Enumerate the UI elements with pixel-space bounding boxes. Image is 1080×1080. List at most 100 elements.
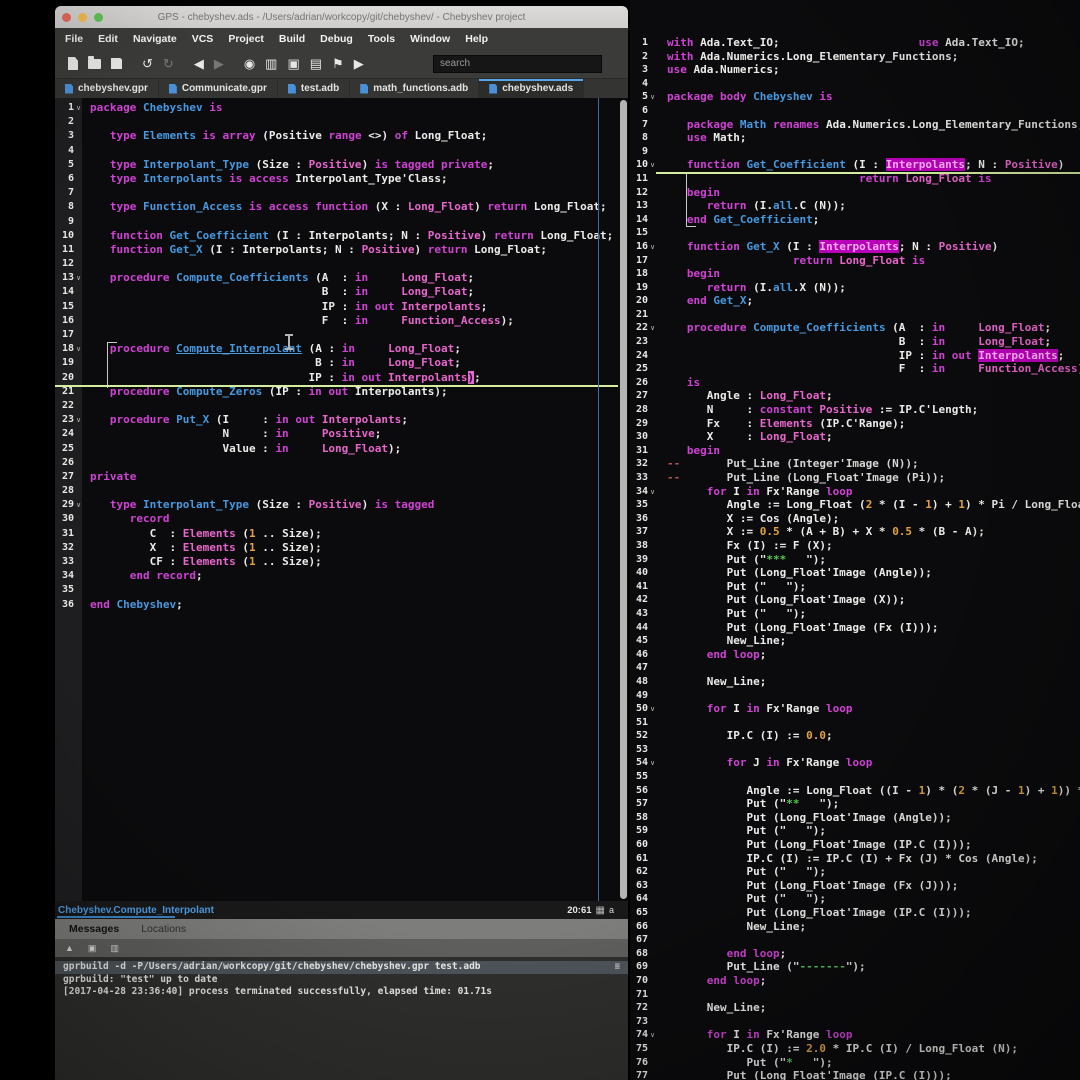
code-line[interactable]: 72 New_Line; bbox=[630, 1001, 1080, 1015]
code-line[interactable]: 74 ∨ for I in Fx'Range loop bbox=[630, 1028, 1080, 1042]
forward-icon[interactable]: ▶ bbox=[214, 57, 224, 70]
panel-tab-locations[interactable]: Locations bbox=[141, 923, 186, 935]
code-line[interactable]: 15 IP : in out Interpolants; bbox=[55, 300, 628, 314]
menu-item-debug[interactable]: Debug bbox=[320, 33, 353, 45]
code-line[interactable]: 19 B : in Long_Float; bbox=[55, 356, 628, 370]
code-line[interactable]: 56 Angle := Long_Float ((I - 1) * (2 * (… bbox=[630, 784, 1080, 798]
code-line[interactable]: 7 bbox=[55, 186, 628, 200]
code-line[interactable]: 17 return Long_Float is bbox=[630, 254, 1080, 268]
code-line[interactable]: 13 return (I.all.C (N)); bbox=[630, 199, 1080, 213]
code-line[interactable]: 51 bbox=[630, 716, 1080, 730]
code-line[interactable]: 53 bbox=[630, 743, 1080, 757]
file-tab-chebyshev.gpr[interactable]: chebyshev.gpr bbox=[55, 79, 159, 98]
code-line[interactable]: 69 Put_Line ("-------"); bbox=[630, 960, 1080, 974]
code-line[interactable]: 34 ∨ for I in Fx'Range loop bbox=[630, 485, 1080, 499]
code-line[interactable]: 39 Put ("*** "); bbox=[630, 553, 1080, 567]
messages-console[interactable]: gprbuild -d -P/Users/adrian/workcopy/git… bbox=[55, 957, 628, 1080]
code-line[interactable]: 12 bbox=[55, 257, 628, 271]
code-line[interactable]: 15 bbox=[630, 226, 1080, 240]
code-line[interactable]: 5 ∨ package body Chebyshev is bbox=[630, 90, 1080, 104]
file-tab-math_functions.adb[interactable]: math_functions.adb bbox=[350, 79, 480, 98]
code-line[interactable]: 63 Put (Long_Float'Image (Fx (J))); bbox=[630, 879, 1080, 893]
fold-toggle-icon[interactable]: ∨ bbox=[648, 757, 657, 771]
analyze-icon[interactable]: ⚑ bbox=[332, 57, 344, 70]
code-line[interactable]: 5 type Interpolant_Type (Size : Positive… bbox=[55, 158, 628, 172]
menu-item-vcs[interactable]: VCS bbox=[192, 33, 214, 45]
code-line[interactable]: 3 type Elements is array (Positive range… bbox=[55, 129, 628, 143]
search-input[interactable]: search bbox=[433, 54, 602, 73]
code-line[interactable]: 22 bbox=[55, 399, 628, 413]
undo-icon[interactable]: ↺ bbox=[142, 57, 153, 70]
code-line[interactable]: 67 bbox=[630, 933, 1080, 947]
file-tab-Communicate.gpr[interactable]: Communicate.gpr bbox=[159, 79, 278, 98]
editor-scrollbar[interactable] bbox=[620, 100, 627, 899]
code-line[interactable]: 46 end loop; bbox=[630, 648, 1080, 662]
code-line[interactable]: 22 ∨ procedure Compute_Coefficients (A : … bbox=[630, 321, 1080, 335]
fold-toggle-icon[interactable]: ∨ bbox=[648, 241, 657, 255]
build-target-icon[interactable]: ◉ bbox=[244, 57, 255, 70]
code-line[interactable]: 9 bbox=[55, 215, 628, 229]
new-file-icon[interactable] bbox=[68, 57, 78, 70]
code-line[interactable]: 40 Put (Long_Float'Image (Angle)); bbox=[630, 566, 1080, 580]
code-line[interactable]: 31 C : Elements (1 .. Size); bbox=[55, 527, 628, 541]
code-line[interactable]: 6 type Interpolants is access Interpolan… bbox=[55, 172, 628, 186]
code-line[interactable]: 35 Angle := Long_Float (2 * (I - 1) + 1)… bbox=[630, 498, 1080, 512]
code-line[interactable]: 73 bbox=[630, 1015, 1080, 1029]
fold-toggle-icon[interactable]: ∨ bbox=[74, 102, 83, 116]
code-line[interactable]: 2 bbox=[55, 115, 628, 129]
fold-toggle-icon[interactable]: ∨ bbox=[74, 414, 83, 428]
code-line[interactable]: 9 bbox=[630, 145, 1080, 159]
code-line[interactable]: 75 IP.C (I) := 2.0 * IP.C (I) / Long_Flo… bbox=[630, 1042, 1080, 1056]
code-line[interactable]: 35 bbox=[55, 583, 628, 597]
code-line[interactable]: 32 -- Put_Line (Integer'Image (N)); bbox=[630, 457, 1080, 471]
code-line[interactable]: 24 IP : in out Interpolants; bbox=[630, 348, 1080, 363]
code-line[interactable]: 20 IP : in out Interpolants); bbox=[55, 370, 628, 385]
compile-icon[interactable]: ▣ bbox=[287, 57, 299, 70]
code-line[interactable]: 42 Put (Long_Float'Image (X)); bbox=[630, 593, 1080, 607]
code-line[interactable]: 41 Put (" "); bbox=[630, 580, 1080, 594]
code-line[interactable]: 77 Put (Long_Float'Image (IP.C (I))); bbox=[630, 1069, 1080, 1080]
code-line[interactable]: 50 ∨ for I in Fx'Range loop bbox=[630, 702, 1080, 716]
code-line[interactable]: 70 end loop; bbox=[630, 974, 1080, 988]
open-folder-icon[interactable] bbox=[88, 55, 101, 69]
code-line[interactable]: 14 end Get_Coefficient; bbox=[630, 213, 1080, 227]
code-line[interactable]: 16 F : in Function_Access); bbox=[55, 314, 628, 328]
code-line[interactable]: 26 bbox=[55, 456, 628, 470]
save-log-icon[interactable]: ▣ bbox=[88, 943, 97, 954]
menu-item-help[interactable]: Help bbox=[465, 33, 488, 45]
code-line[interactable]: 27 private bbox=[55, 470, 628, 484]
code-line[interactable]: 55 bbox=[630, 770, 1080, 784]
code-line[interactable]: 27 Angle : Long_Float; bbox=[630, 389, 1080, 403]
code-line[interactable]: 44 Put (Long_Float'Image (Fx (I))); bbox=[630, 621, 1080, 635]
menu-item-tools[interactable]: Tools bbox=[368, 33, 395, 45]
code-line[interactable]: 16 ∨ function Get_X (I : Interpolants; N … bbox=[630, 239, 1080, 255]
clear-log-icon[interactable]: ▥ bbox=[110, 943, 119, 954]
code-line[interactable]: 10 ∨ function Get_Coefficient (I : Interp… bbox=[630, 158, 1080, 172]
fold-toggle-icon[interactable]: ∨ bbox=[648, 486, 657, 500]
code-line[interactable]: 57 Put ("** "); bbox=[630, 797, 1080, 811]
code-line[interactable]: 36 X := Cos (Angle); bbox=[630, 512, 1080, 526]
code-line[interactable]: 26 is bbox=[630, 376, 1080, 390]
line-menu-icon[interactable]: ≡ bbox=[615, 961, 620, 974]
code-line[interactable]: 76 Put ("* "); bbox=[630, 1056, 1080, 1070]
status-context-link[interactable]: Chebyshev.Compute_Interpolant bbox=[55, 905, 214, 916]
code-line[interactable]: 34 end record; bbox=[55, 569, 628, 583]
code-line[interactable]: 4 bbox=[55, 144, 628, 158]
code-line[interactable]: 20 end Get_X; bbox=[630, 294, 1080, 308]
code-line[interactable]: 3 use Ada.Numerics; bbox=[630, 63, 1080, 77]
code-line[interactable]: 38 Fx (I) := F (X); bbox=[630, 539, 1080, 553]
code-line[interactable]: 33 -- Put_Line (Long_Float'Image (Pi)); bbox=[630, 471, 1080, 485]
editor-chebyshev-body[interactable]: 1 with Ada.Text_IO; use Ada.Text_IO; 2 with… bbox=[630, 0, 1080, 1080]
back-icon[interactable]: ◀ bbox=[194, 57, 204, 70]
menu-item-build[interactable]: Build bbox=[279, 33, 305, 45]
code-line[interactable]: 7 package Math renames Ada.Numerics.Long… bbox=[630, 118, 1080, 132]
menu-item-navigate[interactable]: Navigate bbox=[133, 33, 177, 45]
code-line[interactable]: 43 Put (" "); bbox=[630, 607, 1080, 621]
code-line[interactable]: 47 bbox=[630, 661, 1080, 675]
code-line[interactable]: 64 Put (" "); bbox=[630, 892, 1080, 906]
code-line[interactable]: 13 ∨ procedure Compute_Coefficients (A : … bbox=[55, 271, 628, 285]
console-line[interactable]: [2017-04-28 23:36:40] process terminated… bbox=[55, 986, 628, 999]
fold-toggle-icon[interactable]: ∨ bbox=[74, 272, 83, 286]
code-line[interactable]: 23 B : in Long_Float; bbox=[630, 335, 1080, 349]
code-line[interactable]: 30 X : Long_Float; bbox=[630, 430, 1080, 444]
